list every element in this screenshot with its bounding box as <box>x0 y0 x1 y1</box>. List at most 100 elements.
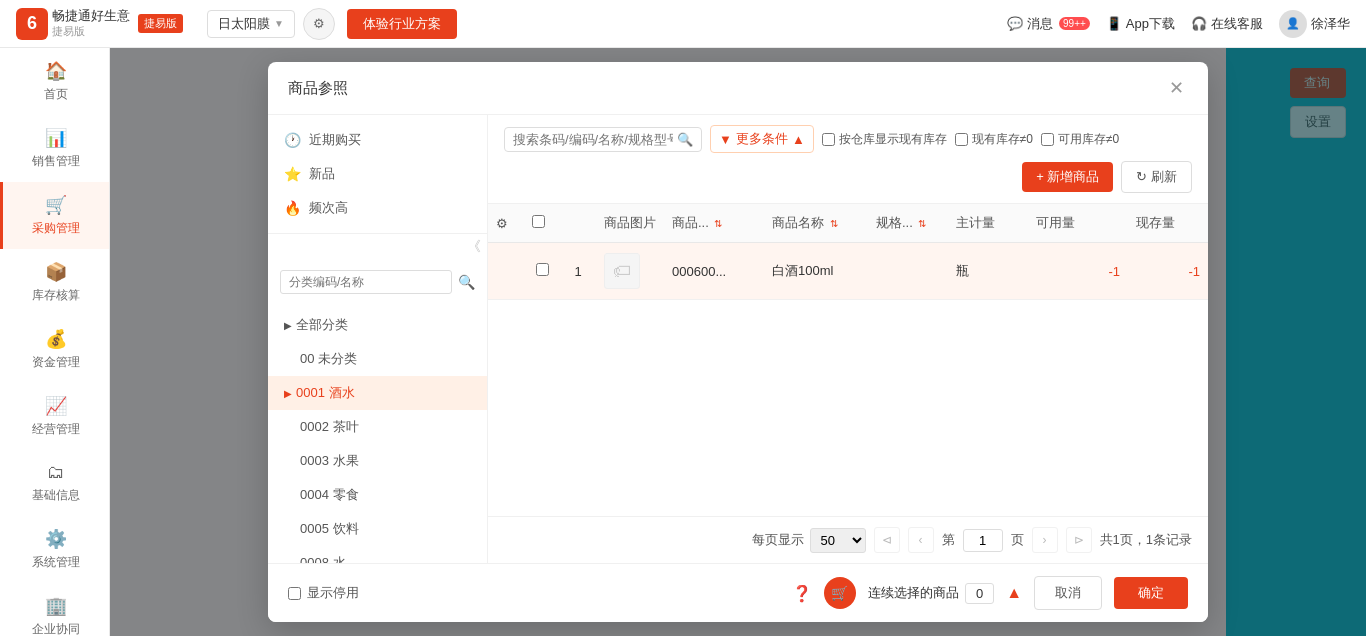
page-prev-btn[interactable]: ‹ <box>908 527 934 553</box>
user-info[interactable]: 👤 徐泽华 <box>1279 10 1350 38</box>
page-total: 共1页，1条记录 <box>1100 531 1192 549</box>
th-spec[interactable]: 规格... ⇅ <box>868 204 948 243</box>
checkbox-warehouse-text: 按仓库显示现有库存 <box>839 131 947 148</box>
sidebar-item-system[interactable]: ⚙️ 系统管理 <box>0 516 109 583</box>
modal-body: 🕐 近期购买 ⭐ 新品 🔥 频次高 <box>268 115 1208 563</box>
quick-item-recent[interactable]: 🕐 近期购买 <box>268 123 487 157</box>
footer-right: ❓ 🛒 连续选择的商品 0 ▲ 取消 确定 <box>792 576 1188 610</box>
trial-button[interactable]: 体验行业方案 <box>347 9 457 39</box>
layout: 🏠 首页 📊 销售管理 🛒 采购管理 📦 库存核算 💰 资金管理 📈 经营管理 … <box>0 48 1366 636</box>
cat-all[interactable]: ▶ 全部分类 <box>268 308 487 342</box>
th-available-label: 可用量 <box>1036 215 1075 230</box>
sidebar-item-home[interactable]: 🏠 首页 <box>0 48 109 115</box>
sidebar-label-operation: 经营管理 <box>32 421 80 438</box>
sidebar-label-system: 系统管理 <box>32 554 80 571</box>
cat-0001[interactable]: ▶ 0001 酒水 <box>268 376 487 410</box>
sidebar-item-operation[interactable]: 📈 经营管理 <box>0 383 109 450</box>
sidebar-item-enterprise[interactable]: 🏢 企业协同 <box>0 583 109 636</box>
td-unit: 瓶 <box>948 243 1028 300</box>
continuous-text: 连续选择的商品 <box>868 584 959 602</box>
modal-close-button[interactable]: ✕ <box>1164 76 1188 100</box>
checkbox-usable-label[interactable]: 可用库存≠0 <box>1041 131 1119 148</box>
product-search-box: 🔍 <box>504 127 702 152</box>
online-service-btn[interactable]: 🎧 在线客服 <box>1191 15 1263 33</box>
collapse-up-icon[interactable]: ▲ <box>1006 584 1022 602</box>
th-name[interactable]: 商品名称 ⇅ <box>764 204 868 243</box>
td-stock: -1 <box>1128 243 1208 300</box>
checkbox-usable[interactable] <box>1041 133 1054 146</box>
page-last-btn[interactable]: ⊳ <box>1066 527 1092 553</box>
app-download-btn[interactable]: 📱 App下载 <box>1106 15 1175 33</box>
th-spec-sort-icon: ⇅ <box>918 218 926 229</box>
headset-icon: 🎧 <box>1191 16 1207 31</box>
sidebar-item-inventory[interactable]: 📦 库存核算 <box>0 249 109 316</box>
product-search-input[interactable] <box>513 132 673 147</box>
message-btn[interactable]: 💬 消息 99++ <box>1007 15 1090 33</box>
quick-label-frequent: 频次高 <box>309 199 348 217</box>
sidebar-item-purchase[interactable]: 🛒 采购管理 <box>0 182 109 249</box>
product-search-icon[interactable]: 🔍 <box>677 132 693 147</box>
show-disabled-label[interactable]: 显示停用 <box>288 584 359 602</box>
td-check[interactable] <box>524 243 560 300</box>
collapse-section: 《 <box>268 234 487 260</box>
category-search-input[interactable] <box>280 270 452 294</box>
checkbox-warehouse[interactable] <box>822 133 835 146</box>
th-settings[interactable]: ⚙ <box>488 204 524 243</box>
show-disabled-checkbox[interactable] <box>288 587 301 600</box>
cancel-button[interactable]: 取消 <box>1034 576 1102 610</box>
continuous-label: 连续选择的商品 0 <box>868 583 994 604</box>
cat-0002[interactable]: 0002 茶叶 <box>268 410 487 444</box>
refresh-button[interactable]: ↻ 刷新 <box>1121 161 1192 193</box>
settings-icon[interactable]: ⚙ <box>303 8 335 40</box>
add-product-button[interactable]: + 新增商品 <box>1022 162 1113 192</box>
sidebar: 🏠 首页 📊 销售管理 🛒 采购管理 📦 库存核算 💰 资金管理 📈 经营管理 … <box>0 48 110 636</box>
quick-item-frequent[interactable]: 🔥 频次高 <box>268 191 487 225</box>
sidebar-item-sales[interactable]: 📊 销售管理 <box>0 115 109 182</box>
th-stock: 现存量 <box>1128 204 1208 243</box>
quick-item-new[interactable]: ⭐ 新品 <box>268 157 487 191</box>
confirm-button[interactable]: 确定 <box>1114 577 1188 609</box>
th-available: 可用量 <box>1028 204 1128 243</box>
category-search-icon[interactable]: 🔍 <box>458 274 475 290</box>
cat-label-0004: 0004 零食 <box>300 486 359 504</box>
th-code[interactable]: 商品... ⇅ <box>664 204 764 243</box>
cat-arrow-0001: ▶ <box>284 388 292 399</box>
sidebar-label-home: 首页 <box>44 86 68 103</box>
checkbox-available-label[interactable]: 现有库存≠0 <box>955 131 1033 148</box>
store-selector[interactable]: 日太阳膜 ▼ <box>207 10 295 38</box>
table-row[interactable]: 1 🏷 000600... 白酒100ml 瓶 <box>488 243 1208 300</box>
help-icon[interactable]: ❓ <box>792 584 812 603</box>
toolbar-right: + 新增商品 ↻ 刷新 <box>1022 161 1192 193</box>
sidebar-item-finance[interactable]: 💰 资金管理 <box>0 316 109 383</box>
page-next-btn[interactable]: › <box>1032 527 1058 553</box>
td-settings <box>488 243 524 300</box>
enterprise-icon: 🏢 <box>45 595 67 617</box>
cat-0003[interactable]: 0003 水果 <box>268 444 487 478</box>
sidebar-item-basic[interactable]: 🗂 基础信息 <box>0 450 109 516</box>
page-size-label: 每页显示 <box>752 531 804 549</box>
page-number-input[interactable] <box>963 529 1003 552</box>
th-thumb-label: 商品图片 <box>604 215 656 230</box>
page-first-btn[interactable]: ⊲ <box>874 527 900 553</box>
modal-left-panel: 🕐 近期购买 ⭐ 新品 🔥 频次高 <box>268 115 488 563</box>
product-table: ⚙ 商品图片 <box>488 204 1208 300</box>
row-checkbox[interactable] <box>536 263 549 276</box>
inventory-icon: 📦 <box>45 261 67 283</box>
cat-0005[interactable]: 0005 饮料 <box>268 512 487 546</box>
cart-button[interactable]: 🛒 <box>824 577 856 609</box>
chevron-down-icon: ▼ <box>274 18 284 29</box>
cat-label-0001: 0001 酒水 <box>296 384 355 402</box>
left-collapse-btn[interactable]: 《 <box>467 238 481 256</box>
available-value: -1 <box>1108 264 1120 279</box>
select-all-checkbox[interactable] <box>532 215 545 228</box>
checkbox-warehouse-label[interactable]: 按仓库显示现有库存 <box>822 131 947 148</box>
sidebar-label-basic: 基础信息 <box>32 487 80 504</box>
filter-more-btn[interactable]: ▼ 更多条件 ▲ <box>710 125 814 153</box>
cat-uncategorized[interactable]: 00 未分类 <box>268 342 487 376</box>
checkbox-available[interactable] <box>955 133 968 146</box>
finance-icon: 💰 <box>45 328 67 350</box>
navbar-right: 💬 消息 99++ 📱 App下载 🎧 在线客服 👤 徐泽华 <box>1007 10 1350 38</box>
cat-0004[interactable]: 0004 零食 <box>268 478 487 512</box>
page-size-select[interactable]: 50 10 20 100 <box>810 528 866 553</box>
cat-0008[interactable]: 0008 水 <box>268 546 487 563</box>
